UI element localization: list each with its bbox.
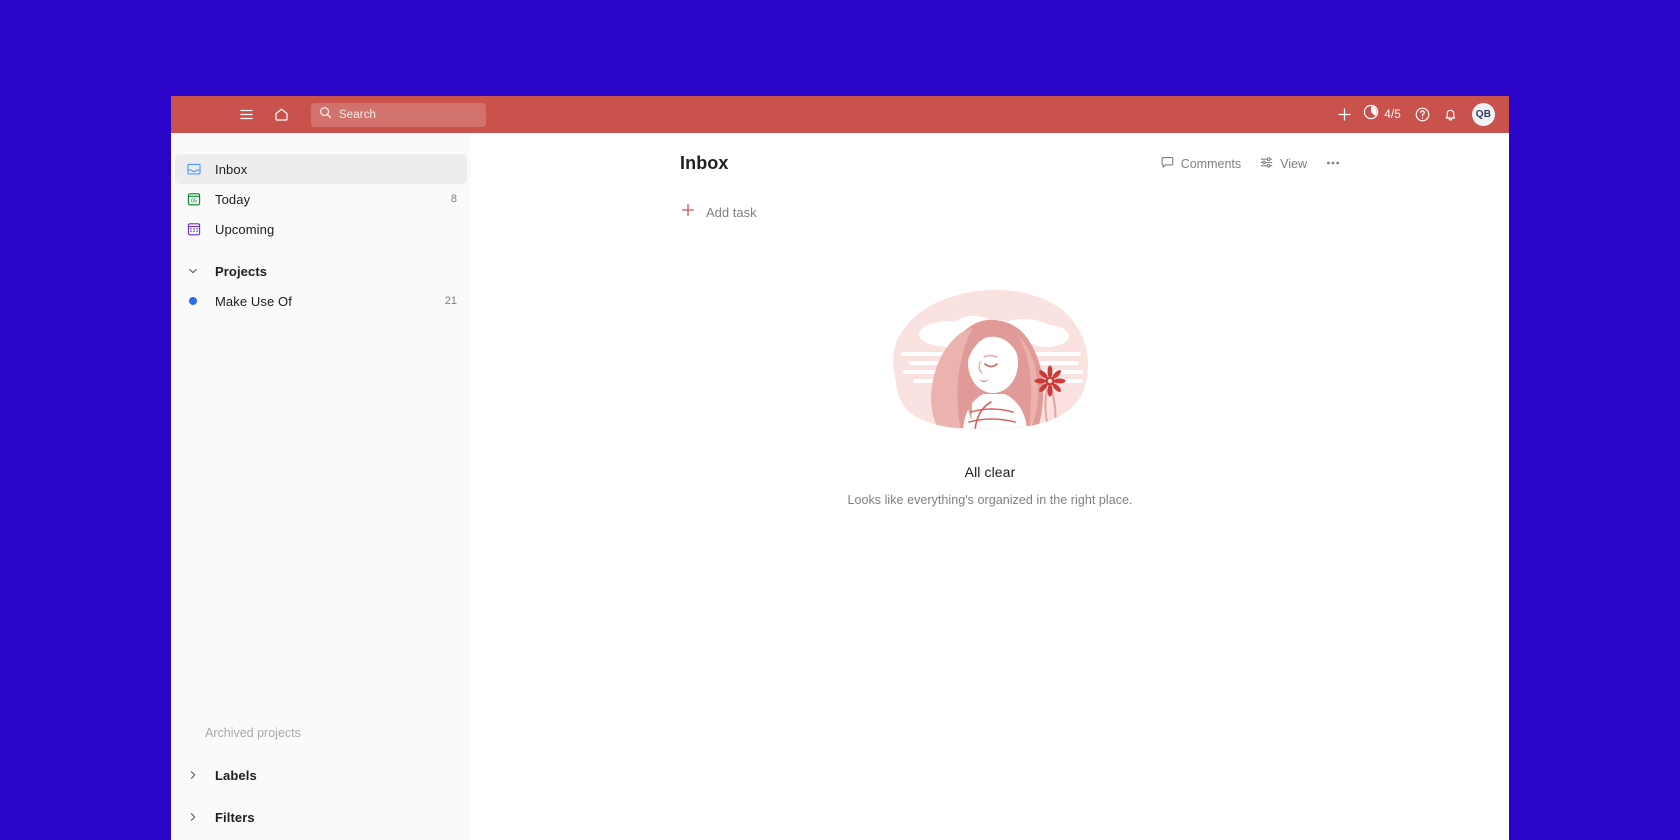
sidebar-section-labels[interactable]: Labels bbox=[175, 760, 467, 790]
sidebar-section-title: Filters bbox=[215, 809, 255, 825]
main-inner: Inbox Comments View Add task All clear L… bbox=[680, 153, 1339, 507]
svg-text:05: 05 bbox=[191, 198, 197, 204]
view-label: View bbox=[1280, 157, 1307, 171]
comments-label: Comments bbox=[1180, 157, 1242, 171]
sidebar-section-title: Projects bbox=[215, 263, 268, 279]
question-mark-circle-icon[interactable] bbox=[1409, 102, 1435, 128]
sidebar-section-projects[interactable]: Projects bbox=[175, 256, 467, 286]
karma-count-label: 4/5 bbox=[1384, 108, 1401, 121]
empty-state: All clear Looks like everything's organi… bbox=[680, 280, 1300, 507]
add-task-label: Add task bbox=[706, 204, 757, 220]
today-calendar-icon: 05 bbox=[185, 190, 203, 208]
chevron-down-icon[interactable] bbox=[185, 263, 201, 279]
sidebar-item-label: Today bbox=[215, 191, 251, 207]
app-window: Search 4/5 QB Inbox 05 Today 8 Upcoming … bbox=[171, 96, 1509, 840]
bell-icon[interactable] bbox=[1437, 102, 1463, 128]
archived-projects-link[interactable]: Archived projects bbox=[175, 718, 467, 748]
more-options-button[interactable] bbox=[1318, 151, 1348, 177]
search-placeholder: Search bbox=[339, 108, 377, 121]
sidebar-item-today[interactable]: 05 Today 8 bbox=[175, 184, 467, 214]
chevron-right-icon[interactable] bbox=[185, 809, 201, 825]
empty-state-subtitle: Looks like everything's organized in the… bbox=[847, 493, 1133, 507]
sidebar-bottom-sections: Labels Filters bbox=[171, 748, 471, 840]
page-title: Inbox bbox=[680, 153, 729, 173]
sliders-icon bbox=[1259, 155, 1274, 173]
sidebar-item-upcoming[interactable]: Upcoming bbox=[175, 214, 467, 244]
comment-bubble-icon bbox=[1160, 155, 1175, 173]
top-navigation-bar: Search 4/5 QB bbox=[171, 96, 1509, 133]
content-header: Inbox Comments View bbox=[680, 153, 1339, 183]
plus-icon[interactable] bbox=[1331, 102, 1357, 128]
sidebar-section-title: Labels bbox=[215, 767, 257, 783]
topbar-left-group: Search bbox=[233, 102, 486, 128]
search-input[interactable]: Search bbox=[311, 102, 486, 127]
archived-projects-row: Archived projects bbox=[171, 718, 471, 748]
sidebar-project-make-use-of[interactable]: Make Use Of 21 bbox=[175, 286, 467, 316]
productivity-circle-icon bbox=[1363, 104, 1379, 125]
sidebar-section-filters[interactable]: Filters bbox=[175, 802, 467, 832]
sidebar-item-count: 8 bbox=[450, 193, 457, 205]
project-color-dot-icon bbox=[185, 297, 201, 305]
search-icon bbox=[319, 106, 332, 124]
sidebar-item-label: Inbox bbox=[215, 161, 248, 177]
ellipsis-horizontal-icon bbox=[1325, 155, 1341, 174]
project-count: 21 bbox=[444, 295, 457, 307]
avatar[interactable]: QB bbox=[1472, 103, 1495, 126]
project-label: Make Use Of bbox=[215, 293, 292, 309]
main-content: Inbox Comments View Add task All clear L… bbox=[471, 133, 1509, 840]
home-icon[interactable] bbox=[268, 102, 294, 128]
topbar-right-group: 4/5 QB bbox=[1331, 101, 1495, 128]
content-toolbar: Comments View bbox=[1153, 151, 1348, 177]
comments-button[interactable]: Comments bbox=[1153, 151, 1248, 177]
empty-state-title: All clear bbox=[964, 464, 1016, 480]
upcoming-calendar-icon bbox=[185, 220, 203, 238]
chevron-right-icon[interactable] bbox=[185, 767, 201, 783]
add-task-button[interactable]: Add task bbox=[680, 198, 1300, 226]
sidebar-item-inbox[interactable]: Inbox bbox=[175, 154, 467, 184]
hamburger-menu-icon[interactable] bbox=[233, 102, 259, 128]
plus-icon bbox=[681, 203, 695, 222]
app-body: Inbox 05 Today 8 Upcoming Projects Make … bbox=[171, 133, 1509, 840]
sidebar: Inbox 05 Today 8 Upcoming Projects Make … bbox=[171, 133, 471, 840]
woman-with-flower-illustration bbox=[879, 280, 1101, 435]
productivity-karma-button[interactable]: 4/5 bbox=[1359, 101, 1407, 128]
inbox-icon bbox=[185, 160, 203, 178]
view-button[interactable]: View bbox=[1252, 151, 1314, 177]
sidebar-item-label: Upcoming bbox=[215, 221, 275, 237]
